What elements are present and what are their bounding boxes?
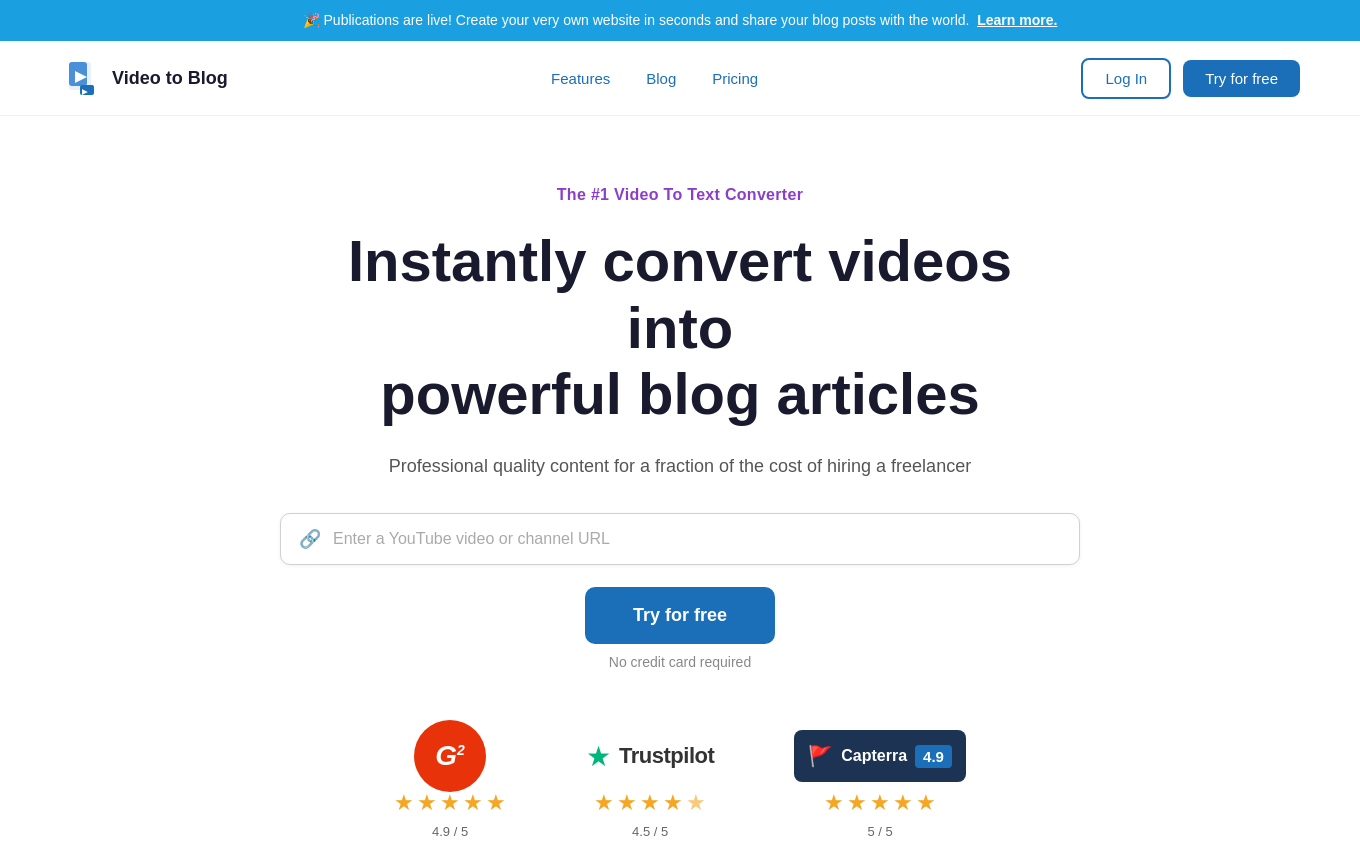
navbar: ▶ Video to Blog Features Blog Pricing Lo… xyxy=(0,41,1360,116)
banner-link[interactable]: Learn more. xyxy=(977,12,1057,28)
ratings-row: G2 ★ ★ ★ ★ ★ 4.9 / 5 ★ Trustpilot ★ ★ ★ xyxy=(394,730,966,859)
trustpilot-star-icon: ★ xyxy=(586,740,611,773)
url-input[interactable] xyxy=(333,530,1061,548)
hero-description: Professional quality content for a fract… xyxy=(389,456,971,477)
g2-badge: G2 xyxy=(414,720,486,792)
capterra-stars: ★ ★ ★ ★ ★ xyxy=(824,790,936,816)
url-input-wrapper: 🔗 xyxy=(280,513,1080,565)
capterra-text: Capterra xyxy=(841,747,907,765)
capterra-badge: 🚩 Capterra 4.9 xyxy=(794,730,966,782)
g2-stars: ★ ★ ★ ★ ★ xyxy=(394,790,506,816)
logo-text: Video to Blog xyxy=(112,68,228,89)
nav-links: Features Blog Pricing xyxy=(551,70,758,87)
capterra-rating: 🚩 Capterra 4.9 ★ ★ ★ ★ ★ 5 / 5 xyxy=(794,730,966,839)
no-credit-text: No credit card required xyxy=(609,654,751,670)
nav-logo[interactable]: ▶ Video to Blog xyxy=(60,57,228,99)
capterra-flag-icon: 🚩 xyxy=(808,744,833,768)
link-icon: 🔗 xyxy=(299,528,321,550)
capterra-score-badge: 4.9 xyxy=(915,745,952,768)
hero-title-line1: Instantly convert videos into xyxy=(348,228,1012,360)
g2-text: G2 xyxy=(435,740,465,772)
trustpilot-logo: ★ Trustpilot xyxy=(586,730,714,782)
trustpilot-stars: ★ ★ ★ ★ ★ xyxy=(594,790,706,816)
trustpilot-rating: ★ Trustpilot ★ ★ ★ ★ ★ 4.5 / 5 xyxy=(586,730,714,839)
hero-cta-button[interactable]: Try for free xyxy=(585,587,775,644)
banner-text: 🎉 Publications are live! Create your ver… xyxy=(303,12,970,28)
trustpilot-text: Trustpilot xyxy=(619,743,714,769)
nav-try-free-button[interactable]: Try for free xyxy=(1183,60,1300,97)
top-banner: 🎉 Publications are live! Create your ver… xyxy=(0,0,1360,41)
capterra-score: 5 / 5 xyxy=(867,824,892,839)
g2-rating: G2 ★ ★ ★ ★ ★ 4.9 / 5 xyxy=(394,730,506,839)
hero-subtitle: The #1 Video To Text Converter xyxy=(557,186,803,204)
hero-title-line2: powerful blog articles xyxy=(380,361,979,426)
nav-actions: Log In Try for free xyxy=(1081,58,1300,99)
nav-link-blog[interactable]: Blog xyxy=(646,70,676,87)
nav-link-pricing[interactable]: Pricing xyxy=(712,70,758,87)
capterra-logo: 🚩 Capterra 4.9 xyxy=(794,730,966,782)
g2-logo: G2 xyxy=(414,730,486,782)
nav-link-features[interactable]: Features xyxy=(551,70,610,87)
login-button[interactable]: Log In xyxy=(1081,58,1171,99)
trustpilot-score: 4.5 / 5 xyxy=(632,824,668,839)
logo-icon: ▶ xyxy=(60,57,102,99)
g2-score: 4.9 / 5 xyxy=(432,824,468,839)
hero-title: Instantly convert videos into powerful b… xyxy=(290,228,1070,428)
hero-section: The #1 Video To Text Converter Instantly… xyxy=(0,116,1360,859)
